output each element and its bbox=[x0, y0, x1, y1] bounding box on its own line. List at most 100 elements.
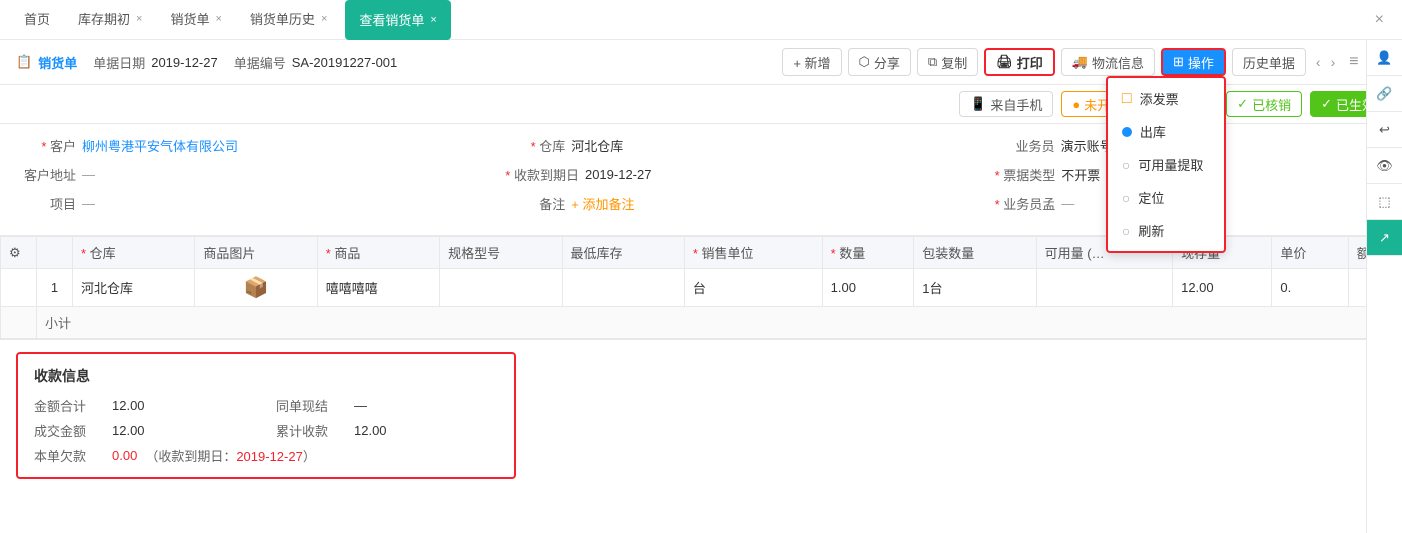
grid-icon: ⬚ bbox=[1378, 194, 1390, 210]
view-list-button[interactable]: ≡ bbox=[1345, 53, 1362, 71]
payment-cumulative-row: 累计收款 12.00 bbox=[276, 421, 498, 440]
logistics-icon: 🚚 bbox=[1072, 54, 1088, 70]
mobile-icon: 📱 bbox=[970, 96, 986, 112]
col-pack-qty: 包装数量 bbox=[914, 237, 1036, 269]
owed-note-text: （收款到期日： bbox=[145, 449, 236, 464]
due-date-value: 2019-12-27 bbox=[585, 167, 652, 182]
cell-product: 嘻嘻嘻嘻 bbox=[317, 269, 439, 307]
dropdown-available-qty[interactable]: ○ 可用量提取 bbox=[1108, 148, 1224, 181]
available-qty-label: 可用量提取 bbox=[1138, 155, 1203, 174]
same-settlement-label: 同单现结 bbox=[276, 396, 346, 415]
sold-button[interactable]: ✓ 已核销 bbox=[1226, 91, 1302, 117]
not-open-icon: ● bbox=[1072, 97, 1080, 112]
next-button[interactable]: › bbox=[1327, 54, 1340, 70]
ticket-value: 不开票 bbox=[1061, 165, 1100, 184]
project-value: — bbox=[82, 196, 95, 211]
right-panel: 👤 🔗 ↩ 👁 ⬚ ↗ bbox=[1366, 40, 1402, 533]
locate-icon: ○ bbox=[1122, 190, 1130, 206]
main-content: 📋 销货单 单据日期 2019-12-27 单据编号 SA-20191227-0… bbox=[0, 40, 1402, 533]
cell-current-stock: 12.00 bbox=[1173, 269, 1272, 307]
dropdown-add-invoice[interactable]: □ 添发票 bbox=[1108, 82, 1224, 115]
right-btn-return[interactable]: ↩ bbox=[1367, 112, 1402, 148]
add-invoice-indicator: □ bbox=[1122, 90, 1132, 108]
cell-min-stock bbox=[562, 269, 684, 307]
cell-quantity: 1.00 bbox=[822, 269, 914, 307]
tab-sales-history[interactable]: 销货单历史 × bbox=[236, 0, 341, 40]
doc-icon: 📋 bbox=[16, 54, 32, 70]
cell-gear bbox=[1, 269, 37, 307]
salesman-value: — bbox=[1061, 196, 1074, 211]
dropdown-locate[interactable]: ○ 定位 bbox=[1108, 181, 1224, 214]
from-mobile-button[interactable]: 📱 来自手机 bbox=[959, 91, 1053, 117]
subtotal-empty-1 bbox=[1, 307, 37, 339]
dropdown-refresh[interactable]: ○ 刷新 bbox=[1108, 214, 1224, 247]
logistics-button[interactable]: 🚚 物流信息 bbox=[1061, 48, 1155, 76]
add-button[interactable]: + 新增 bbox=[782, 48, 841, 76]
add-note-button[interactable]: + 添加备注 bbox=[571, 194, 634, 213]
refresh-icon: ○ bbox=[1122, 223, 1130, 239]
warehouse-value: 河北仓库 bbox=[571, 136, 623, 155]
project-label: 项目 bbox=[16, 194, 76, 213]
history-button[interactable]: 历史单据 bbox=[1232, 48, 1306, 76]
transaction-label: 成交金额 bbox=[34, 421, 104, 440]
print-button[interactable]: 🖨 打印 bbox=[984, 48, 1055, 76]
operate-button-wrap: ⊞ 操作 □ 添发票 出库 ○ 可用量提取 bbox=[1161, 48, 1226, 76]
tab-sales-close[interactable]: × bbox=[215, 13, 221, 25]
product-image-icon: 📦 bbox=[244, 277, 269, 299]
right-btn-grid[interactable]: ⬚ bbox=[1367, 184, 1402, 220]
right-btn-eye[interactable]: 👁 bbox=[1367, 148, 1402, 184]
ticket-label: 票据类型 bbox=[995, 165, 1056, 184]
prev-button[interactable]: ‹ bbox=[1312, 54, 1325, 70]
cell-spec bbox=[440, 269, 562, 307]
share-button[interactable]: ⬡ 分享 bbox=[848, 48, 911, 76]
tab-sales[interactable]: 销货单 × bbox=[156, 0, 235, 40]
owed-close: ） bbox=[303, 449, 316, 464]
salesman-label: 业务员孟 bbox=[995, 194, 1056, 213]
doc-date-value: 2019-12-27 bbox=[151, 55, 218, 70]
col-quantity: * 数量 bbox=[822, 237, 914, 269]
cumulative-value: 12.00 bbox=[354, 423, 387, 438]
tab-home[interactable]: 首页 bbox=[10, 0, 64, 40]
logistics-label: 物流信息 bbox=[1092, 53, 1144, 72]
cell-unit: 台 bbox=[684, 269, 822, 307]
right-btn-link[interactable]: 🔗 bbox=[1367, 76, 1402, 112]
locate-label: 定位 bbox=[1138, 188, 1164, 207]
operate-button[interactable]: ⊞ 操作 bbox=[1161, 48, 1226, 76]
add-invoice-label: 添发票 bbox=[1140, 89, 1179, 108]
table-row: 1 河北仓库 📦 嘻嘻嘻嘻 台 1.00 1台 12.00 0. bbox=[1, 269, 1402, 307]
tab-bar: 首页 库存期初 × 销货单 × 销货单历史 × 查看销货单 × × bbox=[0, 0, 1402, 40]
owed-label: 本单欠款 bbox=[34, 446, 104, 465]
doc-date-label: 单据日期 bbox=[93, 53, 145, 72]
right-btn-expand[interactable]: ↗ bbox=[1367, 220, 1402, 256]
col-spec: 规格型号 bbox=[440, 237, 562, 269]
available-qty-icon: ○ bbox=[1122, 157, 1130, 173]
window-close-button[interactable]: × bbox=[1367, 11, 1392, 29]
doc-info: 单据日期 2019-12-27 单据编号 SA-20191227-001 bbox=[93, 53, 766, 72]
payment-info: 收款信息 金额合计 12.00 同单现结 — 成交金额 12.00 累计收款 1… bbox=[16, 352, 516, 479]
tab-inventory[interactable]: 库存期初 × bbox=[64, 0, 156, 40]
sold-label: 已核销 bbox=[1252, 95, 1291, 114]
warehouse-field: 仓库 河北仓库 bbox=[505, 136, 994, 155]
toolbar: + 新增 ⬡ 分享 ⧉ 复制 🖨 打印 🚚 物流信息 ⊞ 操作 bbox=[782, 48, 1386, 76]
tab-inventory-label: 库存期初 bbox=[78, 9, 130, 28]
tab-view-sales-close[interactable]: × bbox=[430, 14, 436, 26]
owed-date: 2019-12-27 bbox=[236, 449, 303, 464]
tab-view-sales[interactable]: 查看销货单 × bbox=[345, 0, 450, 40]
dropdown-outbound[interactable]: 出库 bbox=[1108, 115, 1224, 148]
cell-warehouse: 河北仓库 bbox=[73, 269, 195, 307]
link-icon: 🔗 bbox=[1376, 86, 1392, 102]
customer-value[interactable]: 柳州粤港平安气体有限公司 bbox=[82, 136, 238, 155]
col-warehouse: * 仓库 bbox=[73, 237, 195, 269]
eye-icon: 👁 bbox=[1376, 158, 1393, 174]
tab-sales-history-close[interactable]: × bbox=[321, 13, 327, 25]
share-label: 分享 bbox=[874, 53, 900, 72]
doc-number-value: SA-20191227-001 bbox=[292, 55, 398, 70]
doc-title-area: 📋 销货单 bbox=[16, 53, 77, 72]
tab-inventory-close[interactable]: × bbox=[136, 13, 142, 25]
right-btn-user[interactable]: 👤 bbox=[1367, 40, 1402, 76]
user-icon: 👤 bbox=[1376, 50, 1392, 66]
sold-icon: ✓ bbox=[1237, 96, 1248, 112]
bottom-section: 收款信息 金额合计 12.00 同单现结 — 成交金额 12.00 累计收款 1… bbox=[0, 340, 1402, 491]
copy-button[interactable]: ⧉ 复制 bbox=[917, 48, 978, 76]
payment-total-row: 金额合计 12.00 bbox=[34, 396, 256, 415]
